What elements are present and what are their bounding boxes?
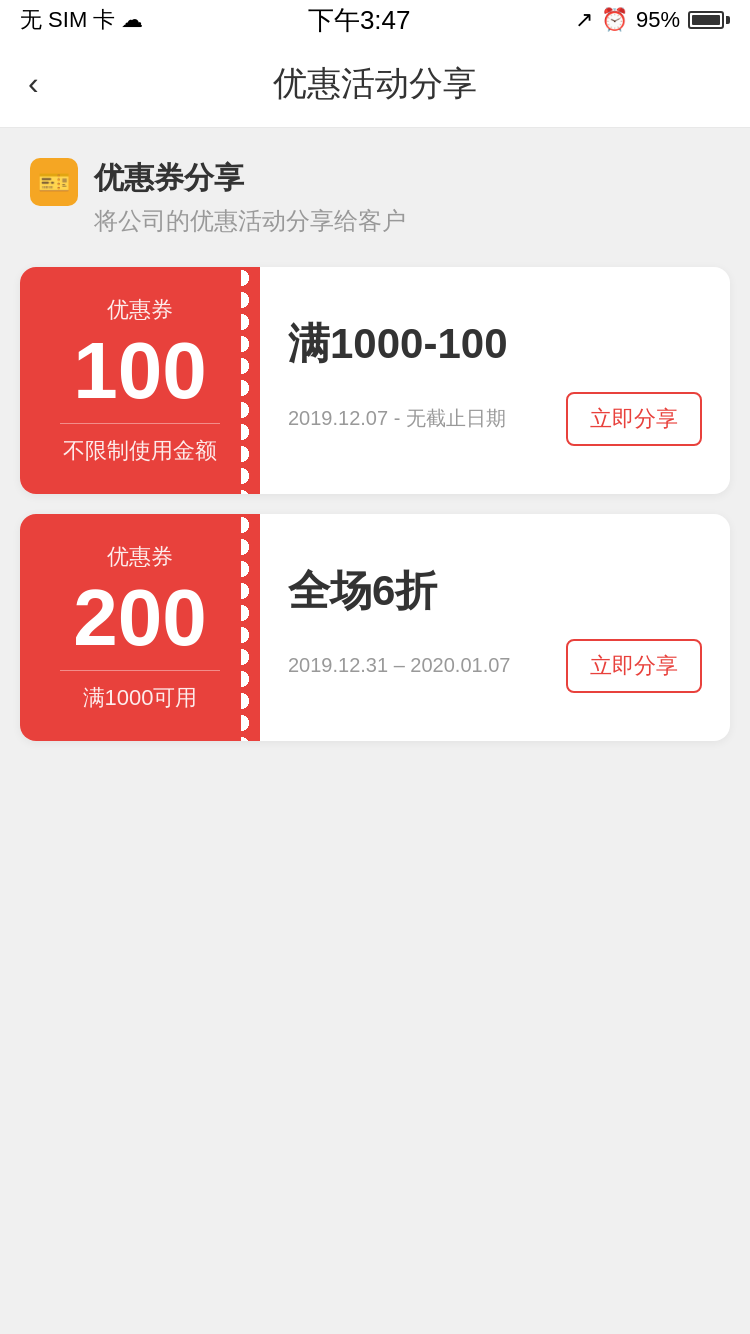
status-left: 无 SIM 卡 ☁ — [20, 5, 143, 35]
coupon-condition-1: 满1000可用 — [83, 683, 198, 713]
coupon-right-0: 满1000-100 2019.12.07 - 无截止日期 立即分享 — [260, 267, 730, 494]
coupon-card-0: 优惠券 100 不限制使用金额 满1000-100 2019.12.07 - 无… — [20, 267, 730, 494]
coupon-divider-0 — [60, 423, 220, 424]
status-time: 下午3:47 — [308, 3, 411, 38]
section-icon: 🎫 — [30, 158, 78, 206]
coupon-footer-0: 2019.12.07 - 无截止日期 立即分享 — [288, 392, 702, 446]
coupon-label-1: 优惠券 — [107, 542, 173, 572]
coupon-card-1: 优惠券 200 满1000可用 全场6折 2019.12.31 – 2020.0… — [20, 514, 730, 741]
section-subtitle: 将公司的优惠活动分享给客户 — [94, 205, 406, 237]
coupon-list: 优惠券 100 不限制使用金额 满1000-100 2019.12.07 - 无… — [0, 257, 750, 761]
coupon-left-0: 优惠券 100 不限制使用金额 — [20, 267, 260, 494]
battery-percent: 95% — [636, 7, 680, 33]
coupon-condition-0: 不限制使用金额 — [63, 436, 217, 466]
page-title: 优惠活动分享 — [273, 61, 477, 107]
share-button-1[interactable]: 立即分享 — [566, 639, 702, 693]
status-right: ↗ ⏰ 95% — [575, 7, 730, 33]
coupon-date-1: 2019.12.31 – 2020.01.07 — [288, 654, 556, 677]
coupon-footer-1: 2019.12.31 – 2020.01.07 立即分享 — [288, 639, 702, 693]
coupon-right-1: 全场6折 2019.12.31 – 2020.01.07 立即分享 — [260, 514, 730, 741]
back-button[interactable]: ‹ — [28, 65, 39, 102]
sim-wifi-label: 无 SIM 卡 ☁ — [20, 5, 143, 35]
section-header: 🎫 优惠券分享 将公司的优惠活动分享给客户 — [0, 128, 750, 257]
coupon-date-0: 2019.12.07 - 无截止日期 — [288, 405, 556, 432]
share-button-0[interactable]: 立即分享 — [566, 392, 702, 446]
coupon-amount-0: 100 — [73, 331, 206, 411]
coupon-amount-1: 200 — [73, 578, 206, 658]
coupon-icon: 🎫 — [38, 167, 70, 198]
coupon-left-1: 优惠券 200 满1000可用 — [20, 514, 260, 741]
empty-area — [0, 761, 750, 1261]
status-bar: 无 SIM 卡 ☁ 下午3:47 ↗ ⏰ 95% — [0, 0, 750, 40]
coupon-label-0: 优惠券 — [107, 295, 173, 325]
location-icon: ↗ — [575, 7, 593, 33]
battery-icon — [688, 11, 730, 29]
coupon-name-0: 满1000-100 — [288, 316, 702, 372]
section-text-block: 优惠券分享 将公司的优惠活动分享给客户 — [94, 158, 406, 237]
alarm-icon: ⏰ — [601, 7, 628, 33]
coupon-divider-1 — [60, 670, 220, 671]
section-title: 优惠券分享 — [94, 158, 406, 199]
coupon-name-1: 全场6折 — [288, 563, 702, 619]
nav-bar: ‹ 优惠活动分享 — [0, 40, 750, 128]
